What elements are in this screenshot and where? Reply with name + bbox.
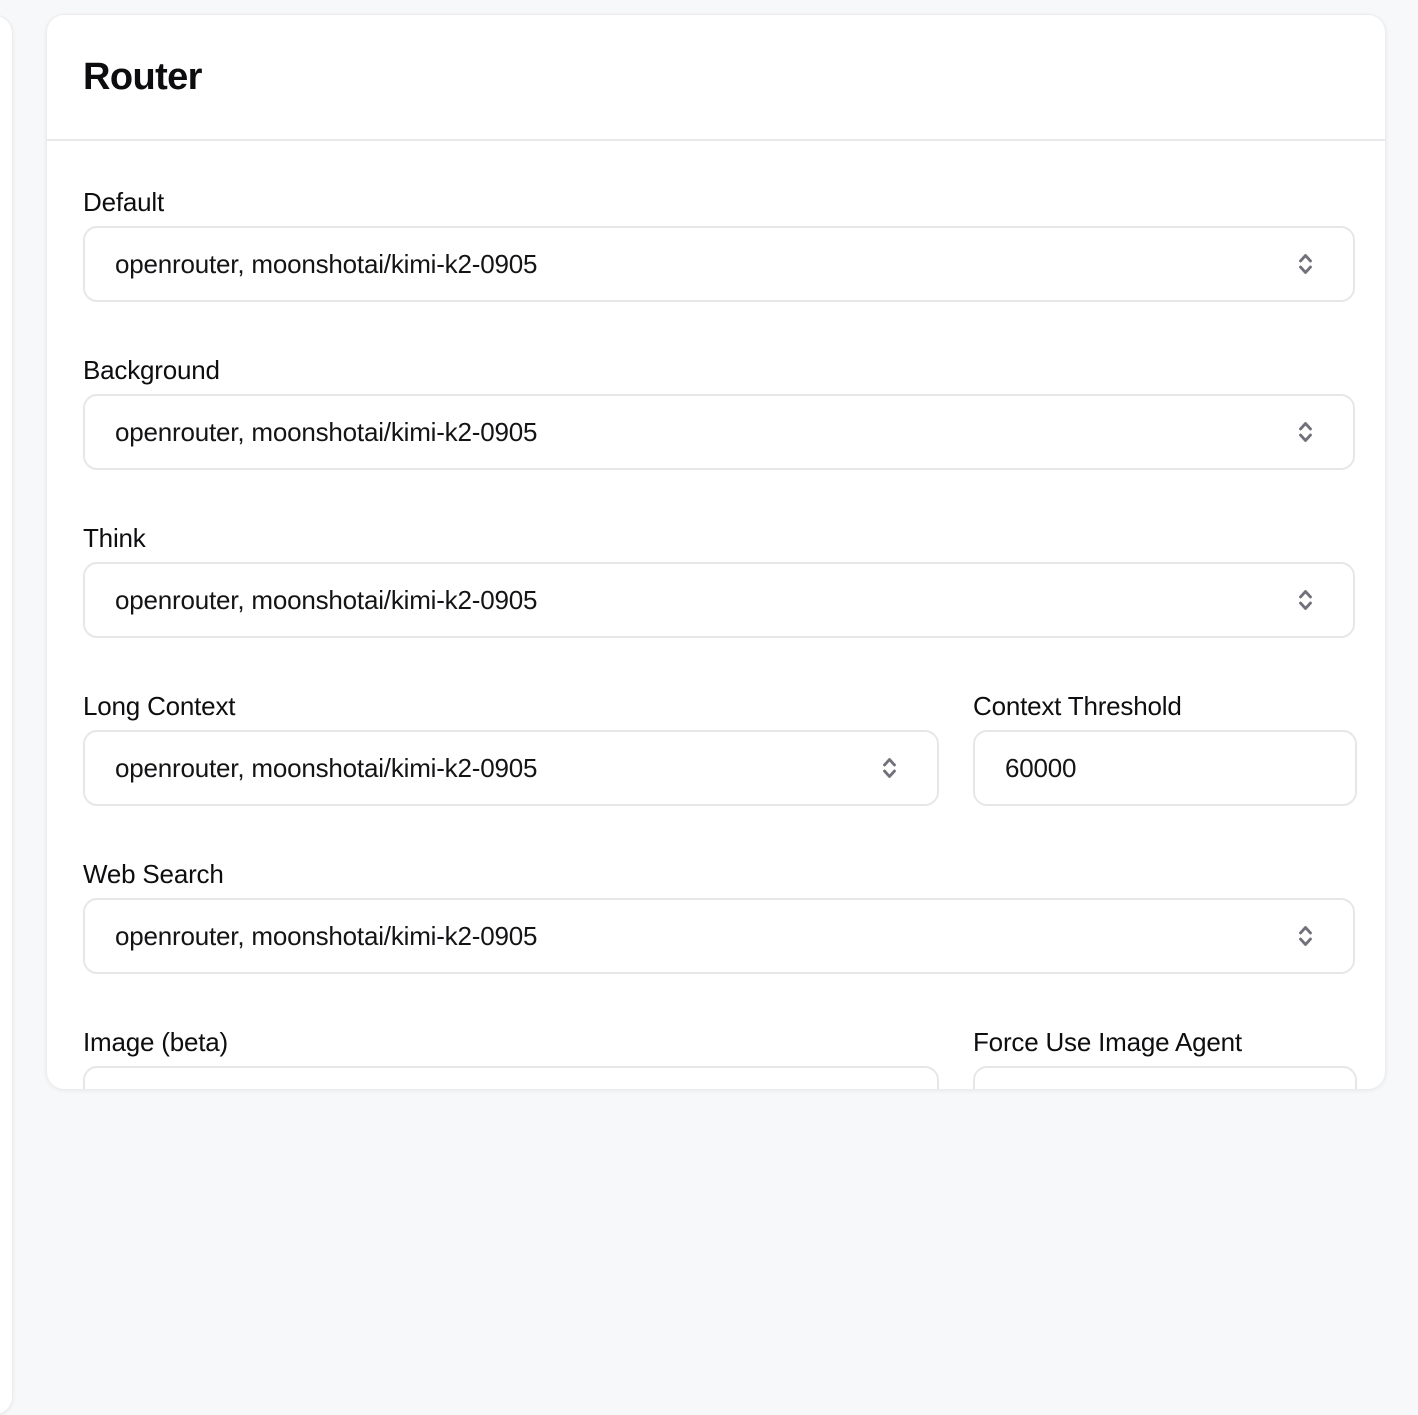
page-title: Router xyxy=(83,55,202,98)
router-settings-card: Router Default openrouter, moonshotai/ki… xyxy=(46,14,1386,1090)
chevrons-up-down-icon xyxy=(1296,250,1315,278)
think-model-value: openrouter, moonshotai/kimi-k2-0905 xyxy=(115,584,538,615)
image-label: Image (beta) xyxy=(83,1027,229,1057)
default-label: Default xyxy=(83,187,164,217)
think-model-select[interactable]: openrouter, moonshotai/kimi-k2-0905 xyxy=(83,562,1355,638)
previous-card-edge xyxy=(0,15,13,1415)
think-label: Think xyxy=(83,523,146,553)
long-context-model-select[interactable]: openrouter, moonshotai/kimi-k2-0905 xyxy=(83,730,939,806)
long-context-label: Long Context xyxy=(83,691,236,721)
force-use-image-agent-input[interactable] xyxy=(973,1066,1357,1089)
field-think: Think openrouter, moonshotai/kimi-k2-090… xyxy=(83,522,1355,638)
field-context-threshold: Context Threshold xyxy=(973,690,1357,806)
card-body: Default openrouter, moonshotai/kimi-k2-0… xyxy=(47,141,1385,1089)
force-use-image-agent-label: Force Use Image Agent xyxy=(973,1027,1242,1057)
field-background: Background openrouter, moonshotai/kimi-k… xyxy=(83,354,1355,470)
default-model-select[interactable]: openrouter, moonshotai/kimi-k2-0905 xyxy=(83,226,1355,302)
field-default: Default openrouter, moonshotai/kimi-k2-0… xyxy=(83,186,1355,302)
background-model-select[interactable]: openrouter, moonshotai/kimi-k2-0905 xyxy=(83,394,1355,470)
chevrons-up-down-icon xyxy=(1296,586,1315,614)
field-web-search: Web Search openrouter, moonshotai/kimi-k… xyxy=(83,858,1355,974)
field-image: Image (beta) xyxy=(83,1026,939,1089)
context-threshold-input[interactable] xyxy=(973,730,1357,806)
chevrons-up-down-icon xyxy=(880,754,899,782)
chevrons-up-down-icon xyxy=(1296,922,1315,950)
chevrons-up-down-icon xyxy=(1296,418,1315,446)
image-row: Image (beta) Force Use Image Agent xyxy=(83,1026,1357,1089)
web-search-model-select[interactable]: openrouter, moonshotai/kimi-k2-0905 xyxy=(83,898,1355,974)
background-label: Background xyxy=(83,355,220,385)
long-context-model-value: openrouter, moonshotai/kimi-k2-0905 xyxy=(115,752,538,783)
web-search-model-value: openrouter, moonshotai/kimi-k2-0905 xyxy=(115,920,538,951)
long-context-row: Long Context openrouter, moonshotai/kimi… xyxy=(83,690,1357,806)
card-header: Router xyxy=(47,15,1385,141)
default-model-value: openrouter, moonshotai/kimi-k2-0905 xyxy=(115,248,538,279)
field-force-use-image-agent: Force Use Image Agent xyxy=(973,1026,1357,1089)
web-search-label: Web Search xyxy=(83,859,224,889)
field-long-context: Long Context openrouter, moonshotai/kimi… xyxy=(83,690,939,806)
image-model-select[interactable] xyxy=(83,1066,939,1089)
background-model-value: openrouter, moonshotai/kimi-k2-0905 xyxy=(115,416,538,447)
context-threshold-label: Context Threshold xyxy=(973,691,1182,721)
